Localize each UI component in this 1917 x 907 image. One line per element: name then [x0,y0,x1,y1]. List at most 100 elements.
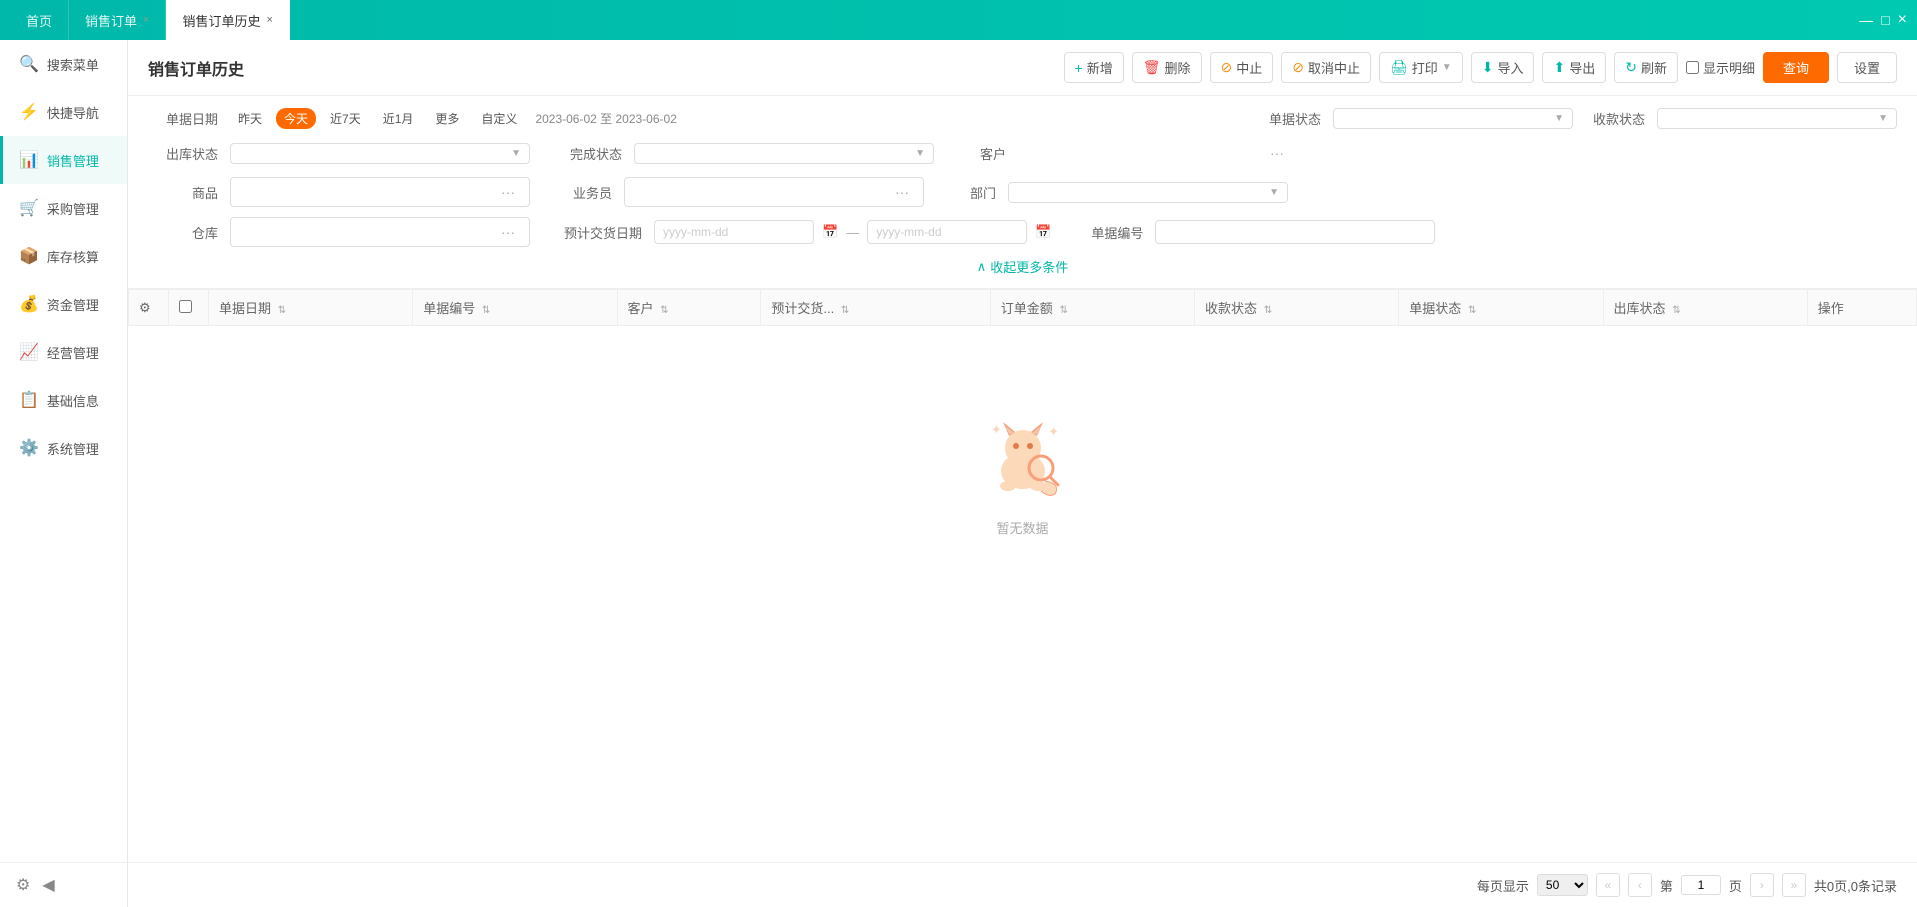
sidebar-item-quick-nav[interactable]: ⚡ 快捷导航 [0,88,127,136]
select-all-checkbox[interactable] [179,300,192,313]
prev-page-button[interactable]: ‹ [1628,873,1652,897]
th-operation: 操作 [1807,290,1916,326]
salesperson-dots[interactable]: ··· [889,182,915,202]
delivery-date-end-calendar[interactable]: 📅 [1035,224,1051,240]
sidebar-item-inventory[interactable]: 📦 库存核算 [0,232,127,280]
page-size-label: 每页显示 [1477,876,1529,895]
operations-icon: 📈 [19,342,39,362]
page-label-suffix: 页 [1729,876,1742,895]
delivery-date-end[interactable] [867,220,1027,244]
system-icon: ⚙️ [19,438,39,458]
new-icon: + [1075,60,1083,76]
th-order-status[interactable]: 单据状态 ⇅ [1399,290,1603,326]
filter-salesperson-input[interactable]: ··· [624,177,924,207]
cancel-stop-button[interactable]: ⊘ 取消中止 [1281,52,1371,83]
customer-dots[interactable]: ··· [1264,143,1290,163]
sidebar-item-search-label: 搜索菜单 [47,55,99,74]
page-num-input[interactable] [1681,875,1721,895]
next-page-button[interactable]: › [1750,873,1774,897]
tab-sales-order[interactable]: 销售订单 × [69,0,166,40]
display-toggle-checkbox[interactable] [1686,61,1699,74]
payment-status-sort-icon: ⇅ [1264,305,1272,316]
filter-row-4: 仓库 ··· 预计交货日期 📅 — 📅 单据编号 [148,217,1897,247]
export-button[interactable]: ⬆ 导出 [1542,52,1606,83]
filter-label-salesperson: 业务员 [562,183,612,202]
delivery-date-start-calendar[interactable]: 📅 [822,224,838,240]
purchase-icon: 🛒 [19,198,39,218]
filter-goods-input[interactable]: ··· [230,177,530,207]
tab-sales-order-history[interactable]: 销售订单历史 × [166,0,289,40]
th-settings[interactable]: ⚙ [129,290,169,326]
delete-button[interactable]: 🗑 删除 [1132,52,1202,83]
th-amount[interactable]: 订单金额 ⇅ [990,290,1194,326]
filter-label-warehouse: 仓库 [148,223,218,242]
import-button[interactable]: ⬇ 导入 [1471,52,1535,83]
sidebar-item-basic-info[interactable]: 📋 基础信息 [0,376,127,424]
quick-nav-icon: ⚡ [19,102,39,122]
page-title: 销售订单历史 [148,56,244,80]
filter-customer-select[interactable]: ··· [1018,139,1298,167]
sidebar-item-purchase-label: 采购管理 [47,199,99,218]
first-page-button[interactable]: « [1596,873,1620,897]
sidebar-item-operations[interactable]: 📈 经营管理 [0,328,127,376]
date-tag-custom[interactable]: 自定义 [473,108,525,129]
filter-label-order-status: 单据状态 [1261,109,1321,128]
th-delivery-date[interactable]: 预计交货... ⇅ [761,290,990,326]
th-check[interactable] [169,290,209,326]
delivery-date-start[interactable] [654,220,814,244]
last-page-button[interactable]: » [1782,873,1806,897]
date-tag-today[interactable]: 今天 [276,108,316,129]
tab-sales-order-history-close[interactable]: × [266,14,272,26]
date-tag-7days[interactable]: 近7天 [322,108,369,129]
amount-sort-icon: ⇅ [1059,305,1067,316]
stop-button[interactable]: ⊘ 中止 [1210,52,1274,83]
th-customer[interactable]: 客户 ⇅ [617,290,761,326]
filter-label-payment-status: 收款状态 [1585,109,1645,128]
new-button[interactable]: + 新增 [1064,52,1124,83]
restore-button[interactable]: □ [1881,12,1889,28]
refresh-button[interactable]: ↻ 刷新 [1614,52,1678,83]
sidebar-settings-icon[interactable]: ⚙ [16,875,30,895]
department-caret: ▼ [1269,187,1279,198]
delivery-date-sort-icon: ⇅ [841,305,849,316]
filter-row-1: 单据日期 昨天 今天 近7天 近1月 更多 自定义 2023-06-02 至 2… [148,108,1897,129]
filter-complete-status-select[interactable]: ▼ [634,143,934,164]
th-delivery-status[interactable]: 出库状态 ⇅ [1603,290,1807,326]
sidebar-item-finance[interactable]: 💰 资金管理 [0,280,127,328]
print-icon: 🖨 [1390,59,1408,76]
page-size-select[interactable]: 50 20 100 [1537,874,1588,896]
sidebar-item-purchase[interactable]: 🛒 采购管理 [0,184,127,232]
goods-dots[interactable]: ··· [495,182,521,202]
close-button[interactable]: × [1898,11,1907,29]
minimize-button[interactable]: — [1859,12,1873,28]
tab-home[interactable]: 首页 [10,0,69,40]
collapse-row[interactable]: ∧ 收起更多条件 [148,257,1897,276]
filter-label-order-number: 单据编号 [1083,223,1143,242]
sidebar-collapse-icon[interactable]: ◀ [42,875,54,895]
table-settings-icon[interactable]: ⚙ [139,300,151,315]
sales-icon: 📊 [19,150,39,170]
order-number-input[interactable] [1155,220,1435,244]
date-tag-1month[interactable]: 近1月 [375,108,422,129]
query-button[interactable]: 查询 [1763,52,1829,83]
warehouse-dots[interactable]: ··· [495,222,521,242]
filter-order-status-select[interactable]: ▼ [1333,108,1573,129]
settings-button[interactable]: 设置 [1837,52,1897,83]
date-tag-more[interactable]: 更多 [427,108,467,129]
filter-payment-status-select[interactable]: ▼ [1657,108,1897,129]
date-tag-yesterday[interactable]: 昨天 [230,108,270,129]
sidebar-item-system[interactable]: ⚙️ 系统管理 [0,424,127,472]
th-date[interactable]: 单据日期 ⇅ [209,290,413,326]
print-button[interactable]: 🖨 打印 ▼ [1379,52,1463,83]
filter-delivery-status-select[interactable]: ▼ [230,143,530,164]
th-payment-status[interactable]: 收款状态 ⇅ [1195,290,1399,326]
filter-warehouse-input[interactable]: ··· [230,217,530,247]
tab-sales-order-close[interactable]: × [143,14,149,26]
th-number[interactable]: 单据编号 ⇅ [413,290,617,326]
sidebar-item-search[interactable]: 🔍 搜索菜单 [0,40,127,88]
filter-department-select[interactable]: ▼ [1008,182,1288,203]
filter-label-goods: 商品 [148,183,218,202]
filter-area: 单据日期 昨天 今天 近7天 近1月 更多 自定义 2023-06-02 至 2… [128,96,1917,289]
sidebar-item-sales[interactable]: 📊 销售管理 [0,136,127,184]
filter-label-delivery-date: 预计交货日期 [562,223,642,242]
